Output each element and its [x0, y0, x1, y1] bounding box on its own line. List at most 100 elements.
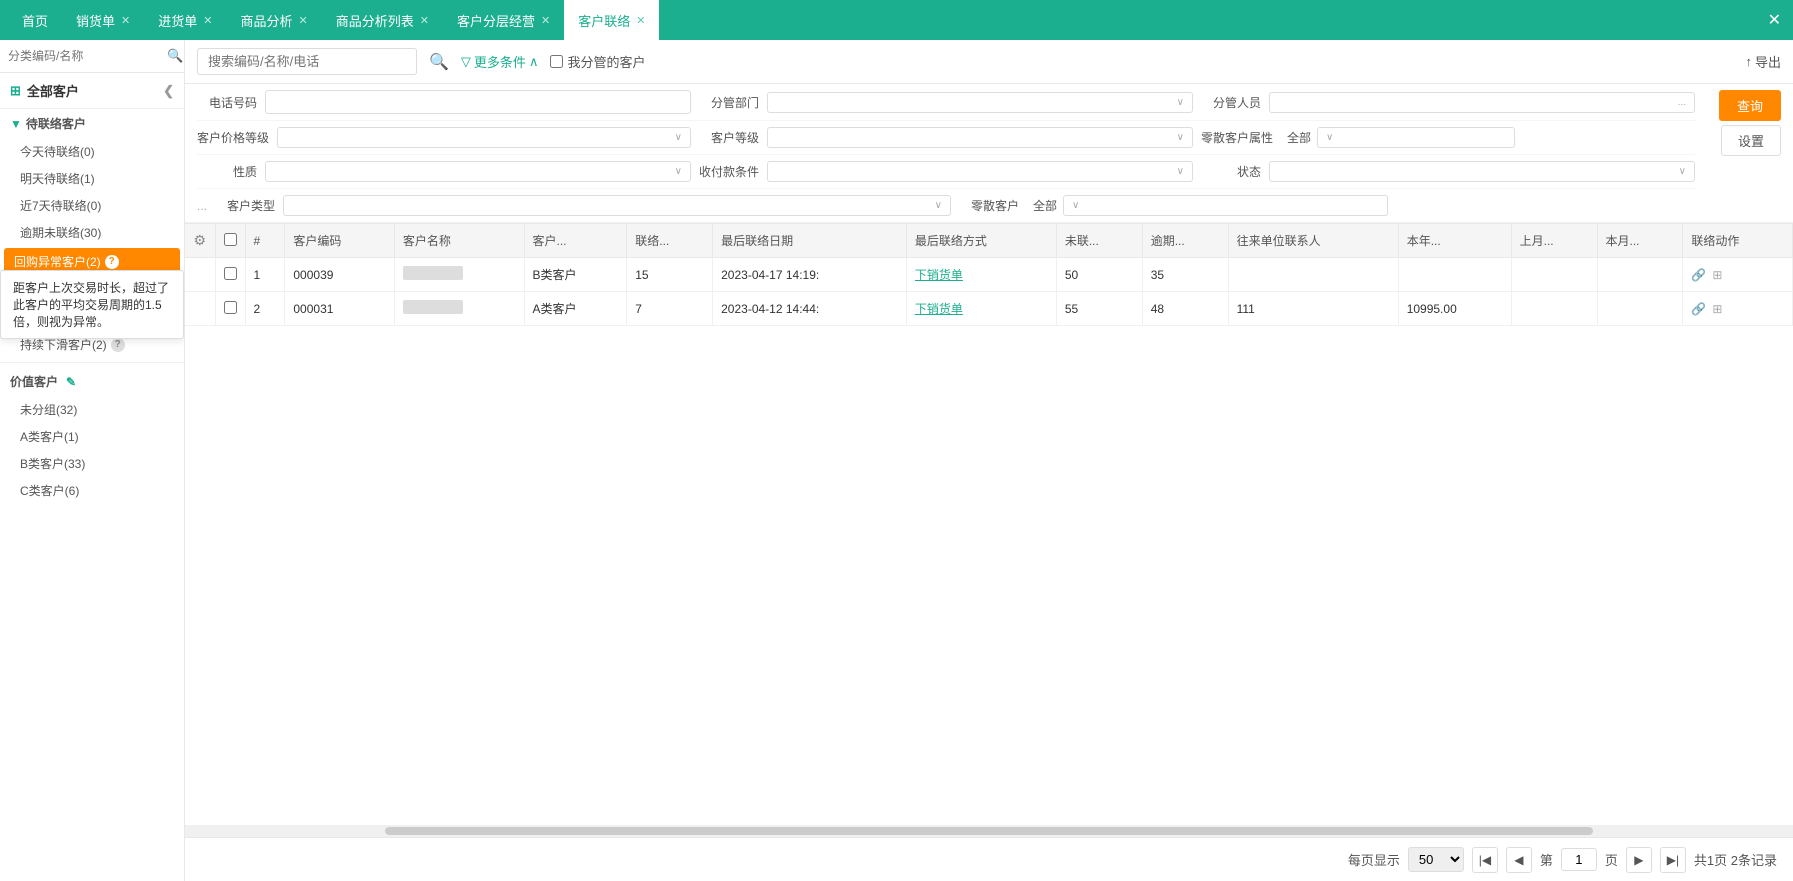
- filter-cell-price-grade: 客户价格等级 ∨: [197, 127, 691, 148]
- customer-grade-chevron: ∨: [1177, 132, 1184, 143]
- search-input[interactable]: [197, 48, 417, 75]
- th-overdue[interactable]: 逾期...: [1142, 224, 1228, 258]
- sidebar-item-today[interactable]: 今天待联络(0): [0, 138, 184, 165]
- total-label: 共1页 2条记录: [1694, 850, 1777, 869]
- close-sales-icon[interactable]: ✕: [121, 14, 130, 27]
- close-customer-tier-icon[interactable]: ✕: [541, 14, 550, 27]
- extended-filters: 电话号码 分管部门 ∨ 分管人员: [185, 84, 1793, 224]
- sidebar-search-icon[interactable]: 🔍: [167, 48, 183, 64]
- table-row: 1 000039 B类客户 15 2023-04-17 14:19: 下销货单 …: [185, 258, 1793, 292]
- select-all-checkbox[interactable]: [224, 233, 237, 246]
- nature-chevron: ∨: [675, 166, 682, 177]
- sidebar-item-tomorrow[interactable]: 明天待联络(1): [0, 165, 184, 192]
- row4-dots: ...: [197, 199, 207, 213]
- first-page-button[interactable]: |◀: [1472, 847, 1498, 873]
- dept-select[interactable]: ∨: [767, 92, 1193, 113]
- th-settings[interactable]: ⚙: [185, 224, 215, 258]
- next-page-button[interactable]: ▶: [1626, 847, 1652, 873]
- retail-customer-select[interactable]: ∨: [1063, 195, 1388, 216]
- close-purchase-icon[interactable]: ✕: [203, 14, 212, 27]
- row1-actions[interactable]: 🔗 ⊞: [1683, 258, 1793, 292]
- row2-link-icon[interactable]: 🔗: [1691, 302, 1706, 316]
- row1-unlinked: 50: [1056, 258, 1142, 292]
- gear-icon[interactable]: ⚙: [193, 232, 206, 248]
- th-contact-person[interactable]: 往来单位联系人: [1228, 224, 1398, 258]
- search-button[interactable]: 🔍: [429, 52, 449, 72]
- nav-item-product-analysis[interactable]: 商品分析 ✕: [226, 0, 321, 40]
- sidebar-search-input[interactable]: [8, 49, 163, 63]
- nav-item-home[interactable]: 首页: [8, 0, 62, 40]
- horizontal-scrollbar[interactable]: [185, 825, 1793, 837]
- customer-type-label: 客户类型: [215, 197, 275, 214]
- filter-cell-phone: 电话号码: [197, 90, 691, 114]
- scroll-thumb[interactable]: [385, 827, 1593, 835]
- phone-input[interactable]: [265, 90, 691, 114]
- edit-icon[interactable]: ✎: [66, 375, 76, 389]
- th-customer-type[interactable]: 客户...: [524, 224, 627, 258]
- close-all-button[interactable]: ✕: [1768, 10, 1781, 30]
- th-last-method[interactable]: 最后联络方式: [906, 224, 1056, 258]
- th-unlinked[interactable]: 未联...: [1056, 224, 1142, 258]
- row1-checkbox[interactable]: [224, 267, 237, 280]
- close-product-analysis-icon[interactable]: ✕: [299, 14, 308, 27]
- row1-link-icon[interactable]: 🔗: [1691, 268, 1706, 282]
- close-customer-contact-icon[interactable]: ✕: [636, 14, 645, 27]
- sidebar-item-7days[interactable]: 近7天待联络(0): [0, 192, 184, 219]
- row2-grid-icon[interactable]: ⊞: [1712, 302, 1722, 316]
- row1-grid-icon[interactable]: ⊞: [1712, 268, 1722, 282]
- more-conditions-button[interactable]: ▽ 更多条件 ∧: [461, 52, 539, 71]
- sidebar-item-class-c[interactable]: C类客户(6): [0, 477, 184, 504]
- price-grade-select[interactable]: ∨: [277, 127, 691, 148]
- page-input[interactable]: [1561, 848, 1597, 871]
- last-page-button[interactable]: ▶|: [1660, 847, 1686, 873]
- th-last-month[interactable]: 上月...: [1511, 224, 1597, 258]
- row2-actions[interactable]: 🔗 ⊞: [1683, 292, 1793, 326]
- dept-chevron-icon: ∨: [1177, 97, 1184, 108]
- close-product-list-icon[interactable]: ✕: [420, 14, 429, 27]
- prev-page-button[interactable]: ◀: [1506, 847, 1532, 873]
- sidebar-item-ungrouped[interactable]: 未分组(32): [0, 396, 184, 423]
- nature-select[interactable]: ∨: [265, 161, 691, 182]
- nav-item-customer-tier[interactable]: 客户分层经营 ✕: [443, 0, 564, 40]
- row2-last-method[interactable]: 下销货单: [906, 292, 1056, 326]
- customer-grade-select[interactable]: ∨: [767, 127, 1193, 148]
- arrow-down-icon: ▼: [10, 117, 22, 131]
- th-code[interactable]: 客户编码: [285, 224, 394, 258]
- nav-item-purchase[interactable]: 进货单 ✕: [144, 0, 226, 40]
- per-page-select[interactable]: 50 100 200: [1408, 847, 1464, 872]
- th-checkbox[interactable]: [215, 224, 245, 258]
- all-customers-header[interactable]: ⊞ 全部客户 ❮: [0, 73, 184, 109]
- customer-table: ⚙ # 客户编码 客户名称 客户... 联络... 最后联络日期 最后联络方式 …: [185, 224, 1793, 326]
- th-name[interactable]: 客户名称: [394, 224, 524, 258]
- row1-last-method[interactable]: 下销货单: [906, 258, 1056, 292]
- sidebar-item-class-a[interactable]: A类客户(1): [0, 423, 184, 450]
- th-this-month[interactable]: 本月...: [1597, 224, 1683, 258]
- row1-this-year: [1398, 258, 1511, 292]
- sidebar-item-class-b[interactable]: B类客户(33): [0, 450, 184, 477]
- payment-select[interactable]: ∨: [767, 161, 1193, 182]
- row2-this-year: 10995.00: [1398, 292, 1511, 326]
- th-this-year[interactable]: 本年...: [1398, 224, 1511, 258]
- settings-button[interactable]: 设置: [1721, 125, 1781, 156]
- collapse-icon[interactable]: ❮: [163, 83, 174, 99]
- person-select[interactable]: ...: [1269, 92, 1695, 113]
- export-button[interactable]: ↑ 导出: [1745, 52, 1781, 71]
- help-icon-declining[interactable]: ?: [111, 338, 125, 352]
- th-last-date[interactable]: 最后联络日期: [713, 224, 907, 258]
- sidebar-item-overdue[interactable]: 逾期未联络(30): [0, 219, 184, 246]
- my-customer-checkbox-area[interactable]: 我分管的客户: [550, 52, 645, 71]
- row1-contact-person: [1228, 258, 1398, 292]
- sidebar-group-pending[interactable]: ▼ 待联络客户: [0, 109, 184, 138]
- person-dots: ...: [1678, 97, 1686, 108]
- nav-item-customer-contact[interactable]: 客户联络 ✕: [564, 0, 659, 40]
- status-select[interactable]: ∨: [1269, 161, 1695, 182]
- th-contact[interactable]: 联络...: [627, 224, 713, 258]
- help-icon[interactable]: ?: [105, 255, 119, 269]
- nav-item-sales[interactable]: 销货单 ✕: [62, 0, 144, 40]
- retail-attr-select[interactable]: ∨: [1317, 127, 1515, 148]
- row2-checkbox[interactable]: [224, 301, 237, 314]
- customer-type-select[interactable]: ∨: [283, 195, 951, 216]
- query-button[interactable]: 查询: [1719, 90, 1781, 121]
- my-customer-checkbox[interactable]: [550, 55, 563, 68]
- nav-item-product-list[interactable]: 商品分析列表 ✕: [322, 0, 443, 40]
